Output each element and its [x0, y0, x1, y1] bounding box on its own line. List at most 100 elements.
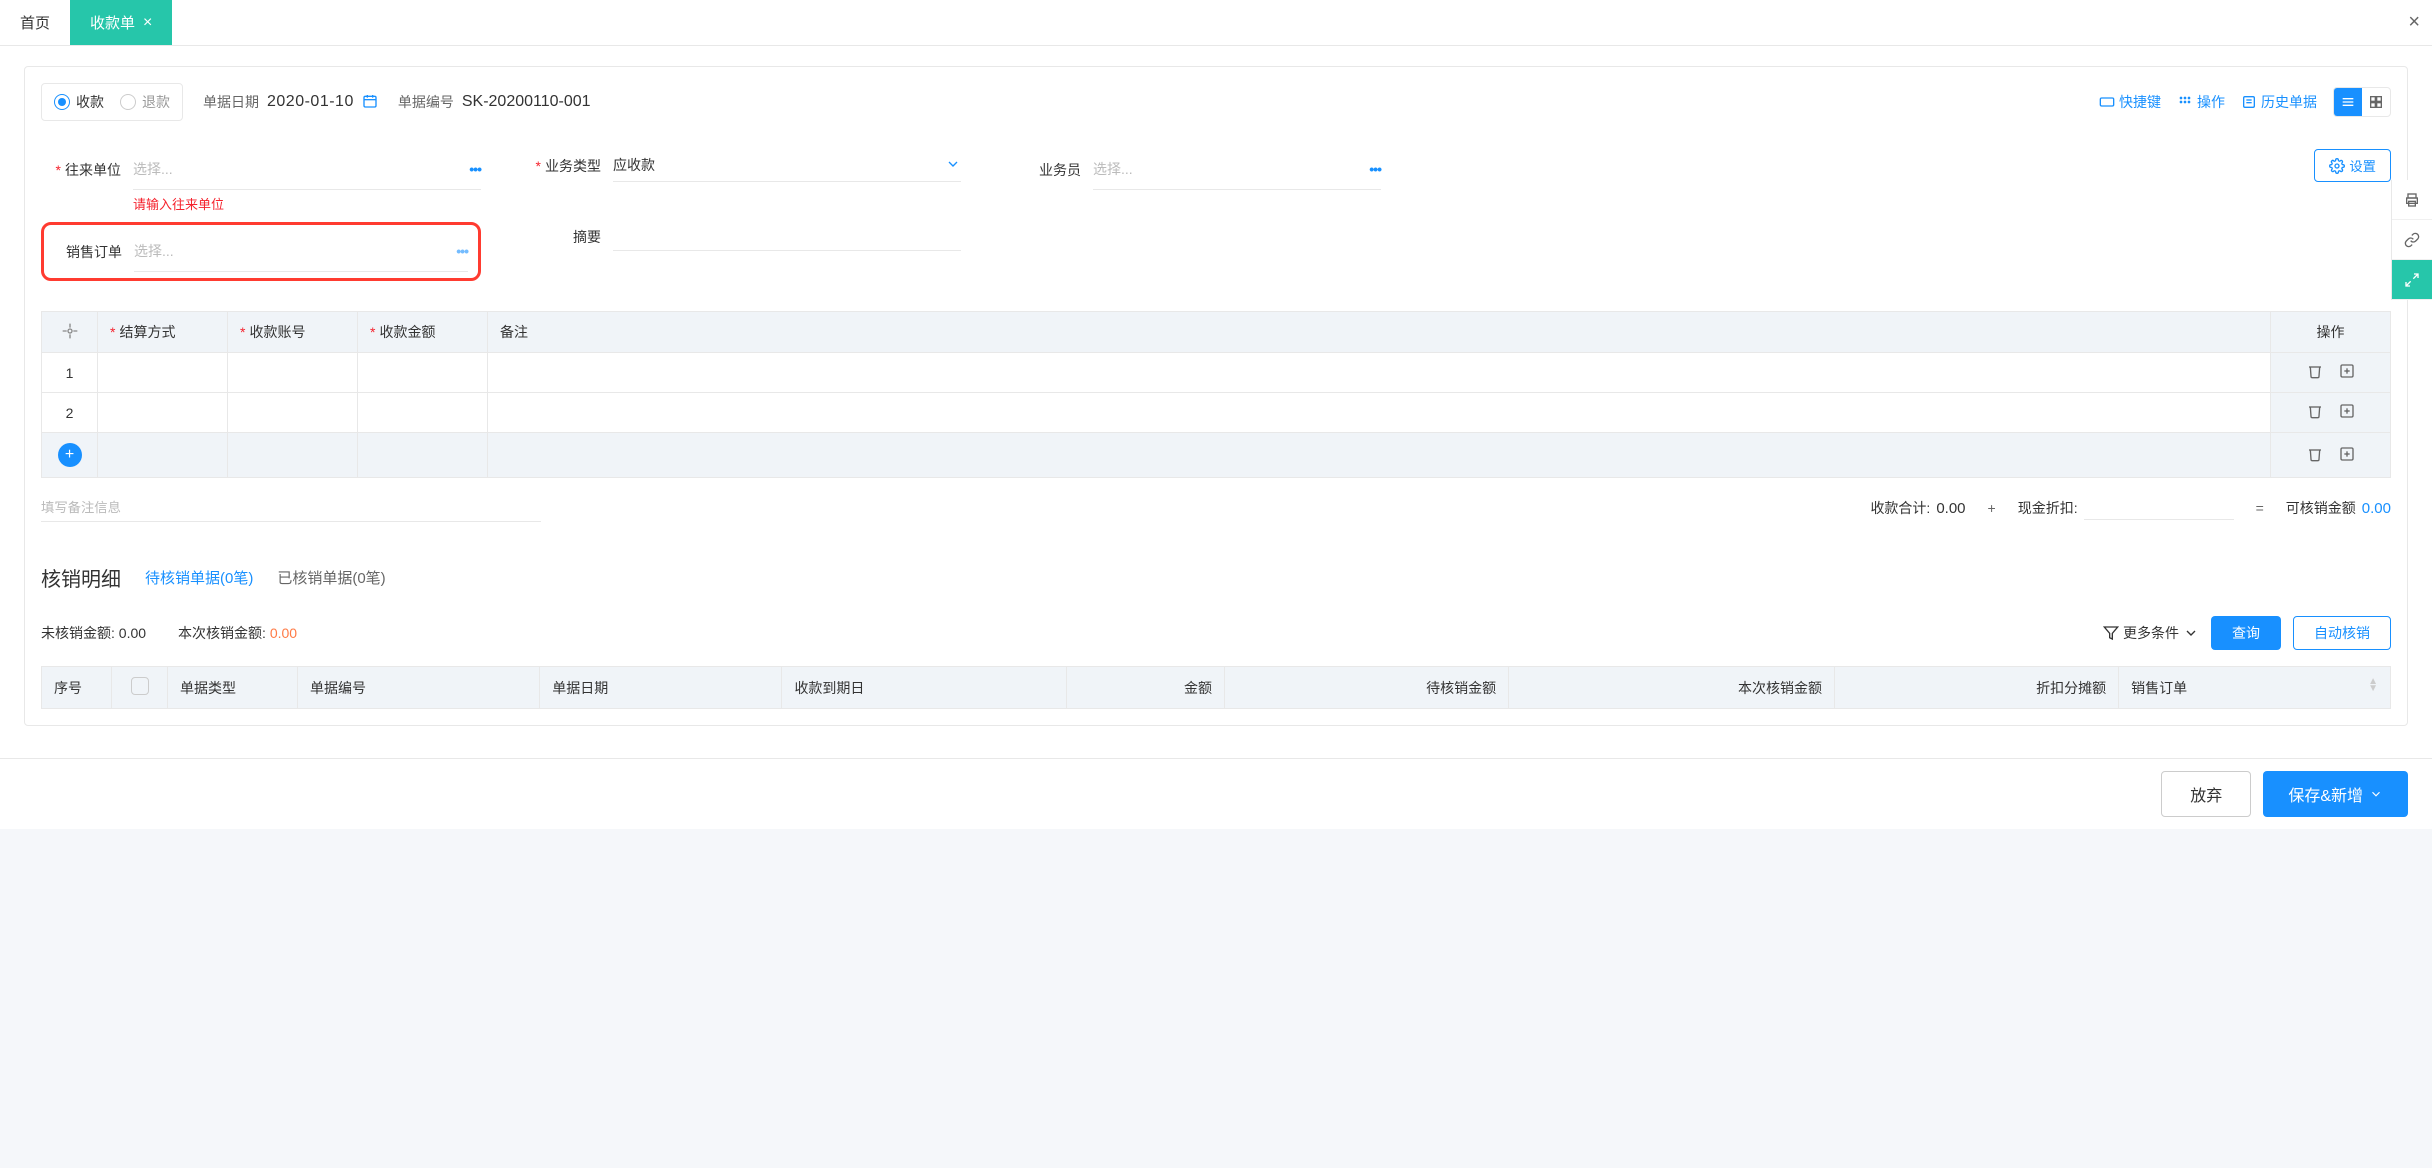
col-doc-type[interactable]: 单据类型: [168, 667, 298, 709]
close-all-icon[interactable]: ×: [2408, 11, 2420, 34]
date-value[interactable]: 2020-01-10: [267, 93, 354, 111]
receipt-type-radio-group: 收款 退款: [41, 83, 183, 121]
col-amount: 收款金额: [358, 312, 488, 353]
side-expand-button[interactable]: [2392, 260, 2432, 300]
col-pending[interactable]: 待核销金额: [1225, 667, 1509, 709]
cell-method[interactable]: [98, 353, 228, 393]
biz-type-field: 业务类型 应收款: [521, 149, 961, 182]
payment-table: 结算方式 收款账号 收款金额 备注 操作 1: [41, 311, 2391, 478]
delete-icon[interactable]: [2307, 446, 2323, 465]
header-row: 收款 退款 单据日期 2020-01-10 单据编号 SK-2: [41, 83, 2391, 137]
calendar-icon[interactable]: [362, 93, 378, 112]
settings-button[interactable]: 设置: [2314, 149, 2391, 182]
summary-field: 摘要: [521, 222, 961, 251]
sales-order-field: 销售订单 •••: [41, 222, 481, 281]
sales-order-select[interactable]: •••: [134, 231, 468, 272]
query-button[interactable]: 查询: [2211, 616, 2281, 650]
col-amount[interactable]: 金额: [1066, 667, 1224, 709]
cell-account[interactable]: [228, 393, 358, 433]
save-button[interactable]: 保存&新增: [2263, 771, 2408, 817]
add-row-button[interactable]: +: [58, 443, 82, 467]
more-icon[interactable]: •••: [456, 243, 468, 259]
view-list-button[interactable]: [2334, 88, 2362, 116]
tab-pending[interactable]: 待核销单据(0笔): [145, 567, 253, 588]
auto-writeoff-button[interactable]: 自动核销: [2293, 616, 2391, 650]
col-discount-share[interactable]: 折扣分摊额: [1835, 667, 2119, 709]
filter-row: 未核销金额: 0.00 本次核销金额: 0.00 更多条件 查询: [41, 616, 2391, 650]
writeoff-item: 可核销金额 0.00: [2286, 498, 2391, 518]
keyboard-icon: [2099, 94, 2115, 110]
side-link-button[interactable]: [2392, 220, 2432, 260]
remark-input[interactable]: [41, 494, 541, 522]
delete-icon[interactable]: [2307, 363, 2323, 382]
footer-bar: 放弃 保存&新增: [0, 758, 2432, 829]
cell-remark[interactable]: [488, 393, 2271, 433]
cancel-button[interactable]: 放弃: [2161, 771, 2251, 817]
radio-refund[interactable]: 退款: [120, 92, 170, 112]
customer-select[interactable]: •••: [133, 149, 481, 190]
this-time-amount: 本次核销金额: 0.00: [178, 623, 297, 643]
radio-refund-label: 退款: [142, 92, 170, 112]
view-grid-button[interactable]: [2362, 88, 2390, 116]
sales-order-label: 销售订单: [54, 242, 122, 262]
link-icon: [2404, 232, 2420, 248]
shortcut-button[interactable]: 快捷键: [2099, 92, 2161, 112]
col-sales-order[interactable]: 销售订单▲▼: [2119, 667, 2391, 709]
writeoff-table: 序号 单据类型 单据编号 单据日期 收款到期日 金额 待核销金额 本次核销金额 …: [41, 666, 2391, 709]
total-item: 收款合计: 0.00: [1870, 498, 1965, 518]
biz-type-select[interactable]: 应收款: [613, 149, 961, 182]
unwritten-amount: 未核销金额: 0.00: [41, 623, 146, 643]
discount-input[interactable]: [2084, 496, 2234, 520]
add-icon[interactable]: [2339, 403, 2355, 422]
history-button[interactable]: 历史单据: [2241, 92, 2317, 112]
tab-home[interactable]: 首页: [0, 0, 70, 45]
salesperson-input[interactable]: [1093, 155, 1369, 183]
cell-account[interactable]: [228, 353, 358, 393]
col-doc-no[interactable]: 单据编号: [298, 667, 540, 709]
cell-remark[interactable]: [488, 353, 2271, 393]
cell-amount[interactable]: [358, 353, 488, 393]
col-due-date[interactable]: 收款到期日: [782, 667, 1066, 709]
operation-button[interactable]: 操作: [2177, 92, 2225, 112]
more-icon[interactable]: •••: [469, 161, 481, 177]
cell-method[interactable]: [98, 393, 228, 433]
gear-icon: [2329, 158, 2345, 174]
summary-label: 摘要: [521, 227, 601, 247]
summary-input[interactable]: [613, 222, 961, 251]
salesperson-select[interactable]: •••: [1093, 149, 1381, 190]
sort-icon[interactable]: ▲▼: [2368, 678, 2378, 692]
more-conditions-button[interactable]: 更多条件: [2103, 623, 2199, 643]
writeoff-label: 可核销金额: [2286, 498, 2356, 518]
view-toggle: [2333, 87, 2391, 117]
add-icon[interactable]: [2339, 446, 2355, 465]
col-gear[interactable]: [42, 312, 98, 353]
chevron-down-icon: [2369, 787, 2383, 801]
checkbox-icon: [131, 677, 149, 695]
grid-view-icon: [2368, 94, 2384, 110]
grid-icon: [2177, 94, 2193, 110]
tab-receipt[interactable]: 收款单 ×: [70, 0, 172, 45]
col-checkbox[interactable]: [112, 667, 168, 709]
plus-separator: +: [1982, 500, 2002, 516]
row-seq: 2: [42, 393, 98, 433]
sales-order-input[interactable]: [134, 237, 456, 265]
col-this-time[interactable]: 本次核销金额: [1509, 667, 1835, 709]
cell-amount[interactable]: [358, 393, 488, 433]
more-icon[interactable]: •••: [1369, 161, 1381, 177]
chevron-down-icon: [2183, 625, 2199, 641]
customer-input[interactable]: [133, 155, 469, 183]
operation-label: 操作: [2197, 92, 2225, 112]
biz-type-value: 应收款: [613, 155, 945, 175]
col-doc-date[interactable]: 单据日期: [540, 667, 782, 709]
discount-item: 现金折扣:: [2018, 496, 2234, 520]
add-icon[interactable]: [2339, 363, 2355, 382]
chevron-down-icon[interactable]: [945, 156, 961, 175]
tab-done[interactable]: 已核销单据(0笔): [277, 567, 385, 588]
side-print-button[interactable]: [2392, 180, 2432, 220]
delete-icon[interactable]: [2307, 403, 2323, 422]
close-icon[interactable]: ×: [143, 14, 152, 32]
radio-unchecked-icon: [120, 94, 136, 110]
radio-receipt[interactable]: 收款: [54, 92, 104, 112]
col-actions: 操作: [2271, 312, 2391, 353]
summary-row: 收款合计: 0.00 + 现金折扣: = 可核销金额 0.00: [41, 478, 2391, 539]
